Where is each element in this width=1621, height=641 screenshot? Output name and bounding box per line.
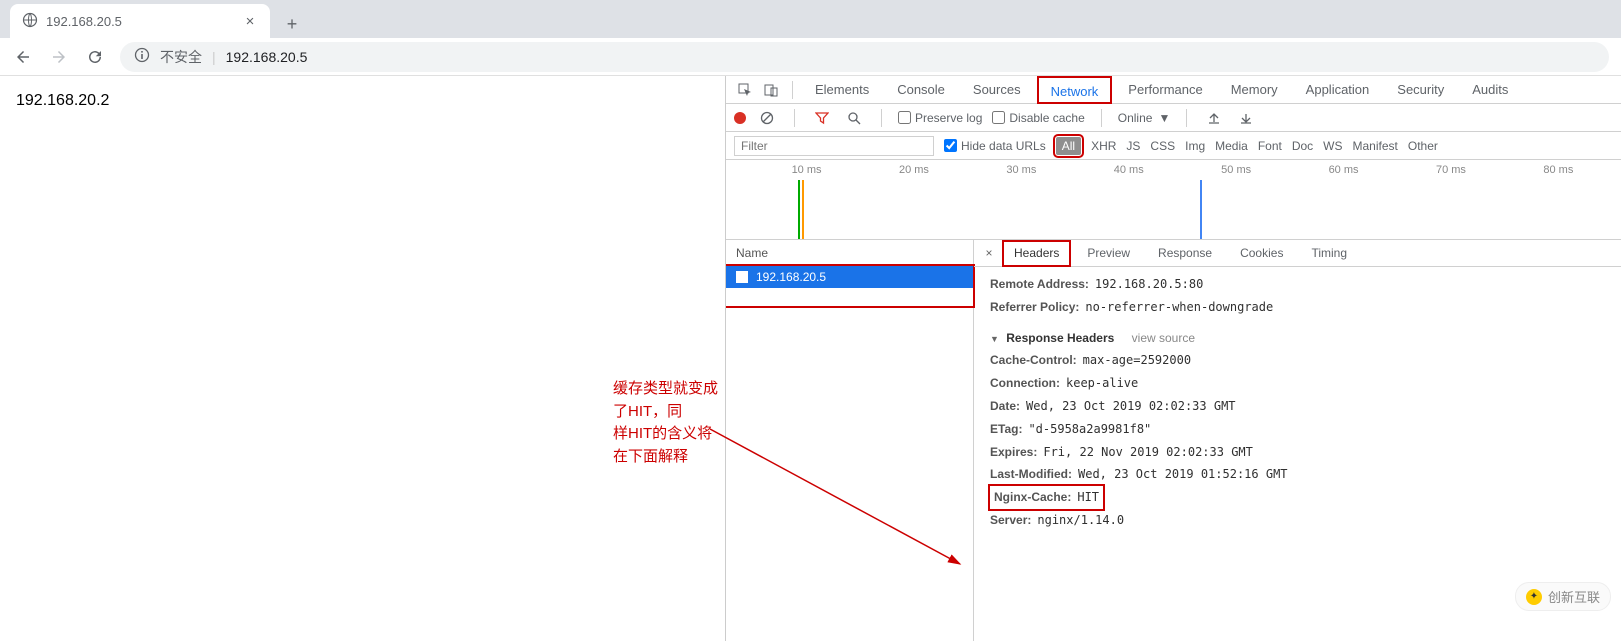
tab-title: 192.168.20.5	[46, 14, 122, 29]
throttling-select[interactable]: Online ▼	[1118, 111, 1171, 125]
url-text: 192.168.20.5	[226, 49, 308, 65]
devtools-panel: Elements Console Sources Network Perform…	[725, 76, 1621, 641]
request-name: 192.168.20.5	[756, 270, 826, 284]
network-timeline[interactable]: 10 ms 20 ms 30 ms 40 ms 50 ms 60 ms 70 m…	[726, 160, 1621, 240]
detail-tabs: × Headers Preview Response Cookies Timin…	[974, 240, 1621, 267]
request-list-header[interactable]: Name	[726, 240, 973, 266]
omnibox[interactable]: 不安全 | 192.168.20.5	[120, 42, 1609, 72]
tab-audits[interactable]: Audits	[1460, 76, 1520, 104]
dtab-preview[interactable]: Preview	[1075, 240, 1142, 267]
record-icon[interactable]	[734, 112, 746, 124]
download-icon[interactable]	[1235, 107, 1257, 129]
inspect-icon[interactable]	[734, 79, 756, 101]
page-content: 192.168.20.2 缓存类型就变成了HIT，同 样HIT的含义将在下面解释	[0, 76, 725, 641]
filter-other[interactable]: Other	[1408, 139, 1438, 153]
filter-input[interactable]	[734, 136, 934, 156]
watermark-badge: ✦ 创新互联	[1515, 582, 1611, 611]
filter-all[interactable]: All	[1056, 137, 1081, 155]
forward-button[interactable]	[48, 46, 70, 68]
tab-elements[interactable]: Elements	[803, 76, 881, 104]
filter-css[interactable]: CSS	[1150, 139, 1175, 153]
annotation-text: 缓存类型就变成了HIT，同 样HIT的含义将在下面解释	[613, 378, 725, 468]
search-icon[interactable]	[843, 107, 865, 129]
tab-application[interactable]: Application	[1294, 76, 1382, 104]
device-icon[interactable]	[760, 79, 782, 101]
dtab-cookies[interactable]: Cookies	[1228, 240, 1295, 267]
new-tab-button[interactable]: +	[278, 10, 306, 38]
tab-performance[interactable]: Performance	[1116, 76, 1214, 104]
insecure-label: 不安全	[160, 47, 202, 67]
tab-memory[interactable]: Memory	[1219, 76, 1290, 104]
reload-button[interactable]	[84, 46, 106, 68]
chevron-down-icon: ▼	[1158, 111, 1170, 125]
tab-sources[interactable]: Sources	[961, 76, 1033, 104]
filter-ws[interactable]: WS	[1323, 139, 1342, 153]
tab-security[interactable]: Security	[1385, 76, 1456, 104]
request-row[interactable]: 192.168.20.5	[726, 266, 973, 288]
filter-types: All XHR JS CSS Img Media Font Doc WS Man…	[1056, 137, 1438, 155]
hide-data-urls-checkbox[interactable]: Hide data URLs	[944, 139, 1046, 153]
filter-font[interactable]: Font	[1258, 139, 1282, 153]
filter-icon[interactable]	[811, 107, 833, 129]
preserve-log-checkbox[interactable]: Preserve log	[898, 111, 982, 125]
tab-console[interactable]: Console	[885, 76, 957, 104]
filter-js[interactable]: JS	[1126, 139, 1140, 153]
filter-img[interactable]: Img	[1185, 139, 1205, 153]
page-body-text: 192.168.20.2	[16, 92, 109, 109]
dtab-headers[interactable]: Headers	[1002, 240, 1071, 267]
watermark-icon: ✦	[1526, 589, 1542, 605]
document-icon	[736, 271, 748, 283]
tab-network[interactable]: Network	[1037, 76, 1113, 104]
dtab-response[interactable]: Response	[1146, 240, 1224, 267]
close-icon[interactable]: ×	[242, 13, 258, 29]
back-button[interactable]	[12, 46, 34, 68]
browser-tab-strip: 192.168.20.5 × +	[0, 0, 1621, 38]
filter-bar: Hide data URLs All XHR JS CSS Img Media …	[726, 132, 1621, 160]
address-bar: 不安全 | 192.168.20.5	[0, 38, 1621, 76]
filter-xhr[interactable]: XHR	[1091, 139, 1116, 153]
filter-manifest[interactable]: Manifest	[1353, 139, 1398, 153]
request-list: Name 192.168.20.5	[726, 240, 974, 641]
disable-cache-checkbox[interactable]: Disable cache	[992, 111, 1084, 125]
devtools-tabs: Elements Console Sources Network Perform…	[726, 76, 1621, 104]
filter-media[interactable]: Media	[1215, 139, 1248, 153]
browser-tab[interactable]: 192.168.20.5 ×	[10, 4, 270, 38]
close-detail-icon[interactable]: ×	[980, 246, 998, 260]
info-icon	[134, 47, 150, 66]
globe-icon	[22, 12, 38, 31]
filter-doc[interactable]: Doc	[1292, 139, 1313, 153]
network-toolbar: Preserve log Disable cache Online ▼	[726, 104, 1621, 132]
upload-icon[interactable]	[1203, 107, 1225, 129]
response-headers-section[interactable]: Response Headers view source	[990, 327, 1605, 350]
request-detail: × Headers Preview Response Cookies Timin…	[974, 240, 1621, 641]
dtab-timing[interactable]: Timing	[1299, 240, 1359, 267]
clear-icon[interactable]	[756, 107, 778, 129]
